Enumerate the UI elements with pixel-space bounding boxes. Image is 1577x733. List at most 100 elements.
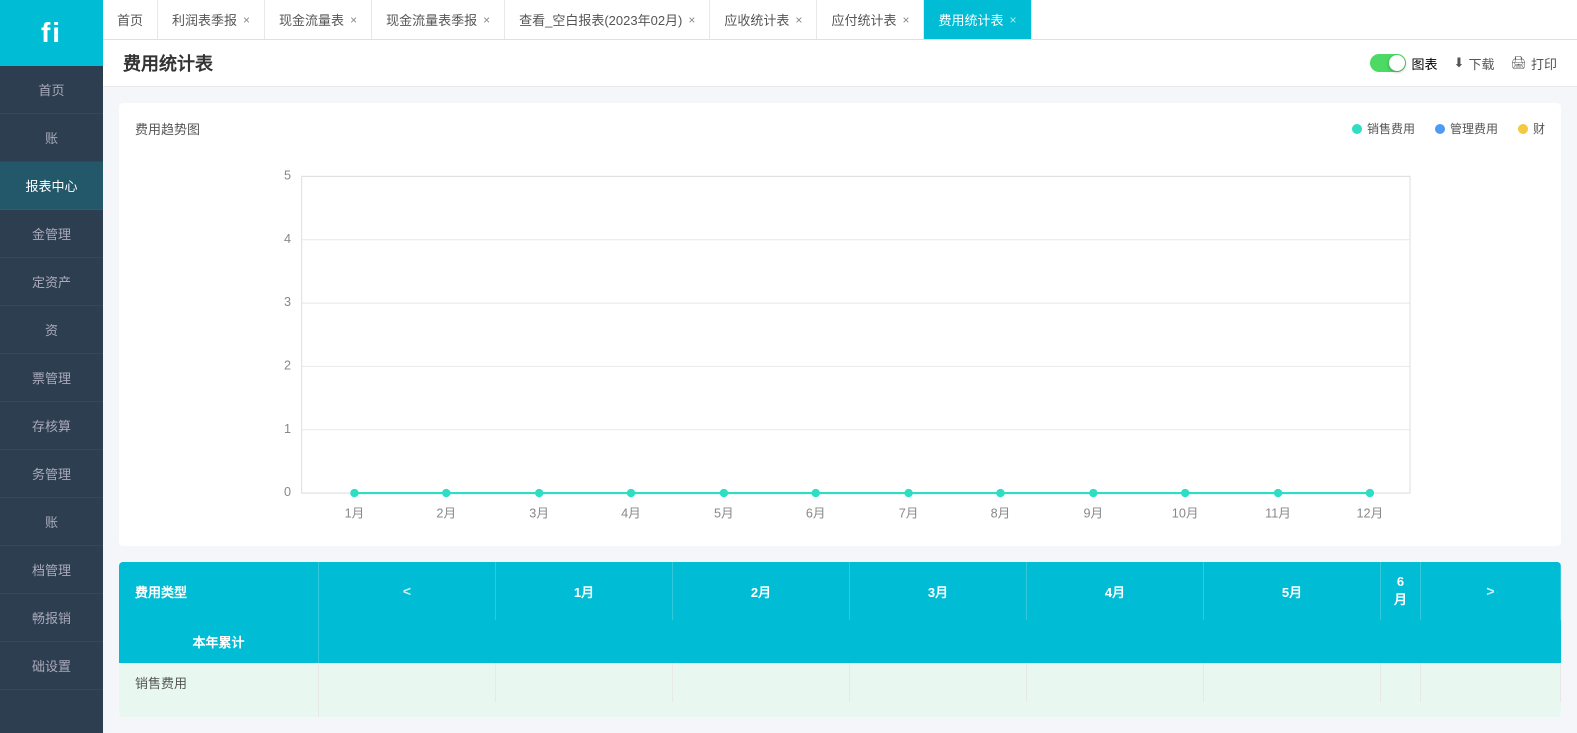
col-header-next[interactable]: >	[1421, 562, 1561, 620]
chart-title: 费用趋势图	[135, 119, 200, 138]
legend-sales: 销售费用	[1352, 120, 1415, 137]
legend-admin: 管理费用	[1435, 120, 1498, 137]
tab-blank-report[interactable]: 查看_空白报表(2023年02月) ×	[505, 0, 710, 39]
print-button[interactable]: 🖨 打印	[1510, 54, 1557, 73]
chart-area: 5 4 3 2 1 0 1月 2月	[135, 150, 1545, 530]
cell-ytd-sales	[119, 702, 319, 717]
svg-text:3: 3	[284, 295, 291, 309]
svg-text:2月: 2月	[436, 506, 456, 520]
col-header-m1: 1月	[496, 562, 673, 620]
svg-text:6月: 6月	[806, 506, 826, 520]
sidebar-item-invoice-management[interactable]: 票管理	[0, 354, 103, 402]
sidebar-item-account[interactable]: 账	[0, 114, 103, 162]
tab-expense-stats[interactable]: 费用统计表 ×	[924, 0, 1031, 39]
svg-text:5: 5	[284, 169, 291, 183]
svg-text:0: 0	[284, 485, 291, 499]
chart-legend: 销售费用 管理费用 财	[1352, 120, 1545, 137]
cell-m4-sales	[1027, 663, 1204, 702]
download-icon: ⬇	[1454, 55, 1465, 71]
svg-text:9月: 9月	[1083, 506, 1103, 520]
col-header-m6: 6月	[1381, 562, 1421, 620]
svg-text:5月: 5月	[714, 506, 734, 520]
col-header-type: 费用类型	[119, 562, 319, 620]
tab-close-blank-report[interactable]: ×	[688, 13, 695, 27]
svg-text:11月: 11月	[1265, 506, 1291, 520]
sidebar-item-file-management[interactable]: 档管理	[0, 546, 103, 594]
sidebar-item-service-management[interactable]: 务管理	[0, 450, 103, 498]
chart-toggle-wrap[interactable]: 图表	[1370, 54, 1438, 73]
sidebar-item-home[interactable]: 首页	[0, 66, 103, 114]
col-header-m2: 2月	[673, 562, 850, 620]
expense-table: 费用类型 < 1月 2月 3月 4月 5月	[119, 562, 1561, 717]
sidebar-logo: fi	[0, 0, 103, 66]
tab-close-profit-quarterly[interactable]: ×	[243, 13, 250, 27]
tab-close-cash-flow-quarterly[interactable]: ×	[483, 13, 490, 27]
sidebar-item-basic-settings[interactable]: 础设置	[0, 642, 103, 690]
svg-text:4月: 4月	[621, 506, 641, 520]
sidebar-item-report-write-off[interactable]: 畅报销	[0, 594, 103, 642]
print-icon: 🖨	[1510, 55, 1527, 71]
tab-receivables[interactable]: 应收统计表 ×	[710, 0, 817, 39]
chart-header: 费用趋势图 销售费用 管理费用 财	[135, 119, 1545, 138]
cell-next-sales	[1421, 663, 1561, 702]
legend-dot-admin	[1435, 124, 1445, 134]
tab-close-cash-flow[interactable]: ×	[350, 13, 357, 27]
tab-payables[interactable]: 应付统计表 ×	[817, 0, 924, 39]
cell-prev-sales	[319, 663, 496, 702]
svg-text:3月: 3月	[529, 506, 549, 520]
legend-dot-finance	[1518, 124, 1528, 134]
svg-text:1月: 1月	[345, 506, 365, 520]
cell-m2-sales	[673, 663, 850, 702]
svg-text:8月: 8月	[991, 506, 1011, 520]
content-area: 费用趋势图 销售费用 管理费用 财	[103, 87, 1577, 733]
page-title: 费用统计表	[123, 50, 213, 76]
chart-card: 费用趋势图 销售费用 管理费用 财	[119, 103, 1561, 546]
chart-toggle-label: 图表	[1412, 54, 1438, 73]
col-header-ytd: 本年累计	[119, 620, 319, 663]
tab-close-payables[interactable]: ×	[902, 13, 909, 27]
cell-m6-sales	[1381, 663, 1421, 702]
chart-svg: 5 4 3 2 1 0 1月 2月	[135, 150, 1545, 530]
svg-text:2: 2	[284, 359, 291, 373]
legend-label-admin: 管理费用	[1450, 120, 1498, 137]
cell-m1-sales	[496, 663, 673, 702]
sidebar: fi 首页 账 报表中心 金管理 定资产 资 票管理 存核算 务管理 账 档管理…	[0, 0, 103, 733]
svg-text:1: 1	[284, 422, 291, 436]
tab-cash-flow-quarterly[interactable]: 现金流量表季报 ×	[372, 0, 505, 39]
tab-close-receivables[interactable]: ×	[795, 13, 802, 27]
cell-m5-sales	[1204, 663, 1381, 702]
cell-m3-sales	[850, 663, 1027, 702]
cell-type-sales: 销售费用	[119, 663, 319, 702]
sidebar-item-inventory[interactable]: 存核算	[0, 402, 103, 450]
tab-home[interactable]: 首页	[103, 0, 158, 39]
col-header-m5: 5月	[1204, 562, 1381, 620]
svg-text:10月: 10月	[1172, 506, 1199, 520]
next-month-arrow[interactable]: >	[1486, 583, 1494, 599]
tab-bar: 首页 利润表季报 × 现金流量表 × 现金流量表季报 × 查看_空白报表(202…	[103, 0, 1577, 40]
sidebar-item-salary[interactable]: 资	[0, 306, 103, 354]
legend-finance: 财	[1518, 120, 1545, 137]
tab-close-expense-stats[interactable]: ×	[1009, 13, 1016, 27]
prev-month-arrow[interactable]: <	[403, 583, 411, 599]
svg-text:4: 4	[284, 232, 291, 246]
legend-label-sales: 销售费用	[1367, 120, 1415, 137]
table-header-row: 费用类型 < 1月 2月 3月 4月 5月	[119, 562, 1561, 663]
svg-text:12月: 12月	[1357, 506, 1384, 520]
main-content: 首页 利润表季报 × 现金流量表 × 现金流量表季报 × 查看_空白报表(202…	[103, 0, 1577, 733]
table-row: 销售费用	[119, 663, 1561, 717]
sidebar-item-report-center[interactable]: 报表中心	[0, 162, 103, 210]
svg-text:7月: 7月	[899, 506, 919, 520]
col-header-m4: 4月	[1027, 562, 1204, 620]
col-header-m3: 3月	[850, 562, 1027, 620]
tab-profit-quarterly[interactable]: 利润表季报 ×	[158, 0, 265, 39]
chart-toggle[interactable]	[1370, 54, 1406, 72]
col-header-prev[interactable]: <	[319, 562, 496, 620]
legend-label-finance: 财	[1533, 120, 1545, 137]
download-button[interactable]: ⬇ 下载	[1454, 54, 1495, 73]
sidebar-item-payable[interactable]: 账	[0, 498, 103, 546]
header-actions: 图表 ⬇ 下载 🖨 打印	[1370, 54, 1557, 73]
sidebar-item-fund-management[interactable]: 金管理	[0, 210, 103, 258]
sidebar-item-fixed-assets[interactable]: 定资产	[0, 258, 103, 306]
tab-cash-flow[interactable]: 现金流量表 ×	[265, 0, 372, 39]
page-header: 费用统计表 图表 ⬇ 下载 🖨 打印	[103, 40, 1577, 87]
